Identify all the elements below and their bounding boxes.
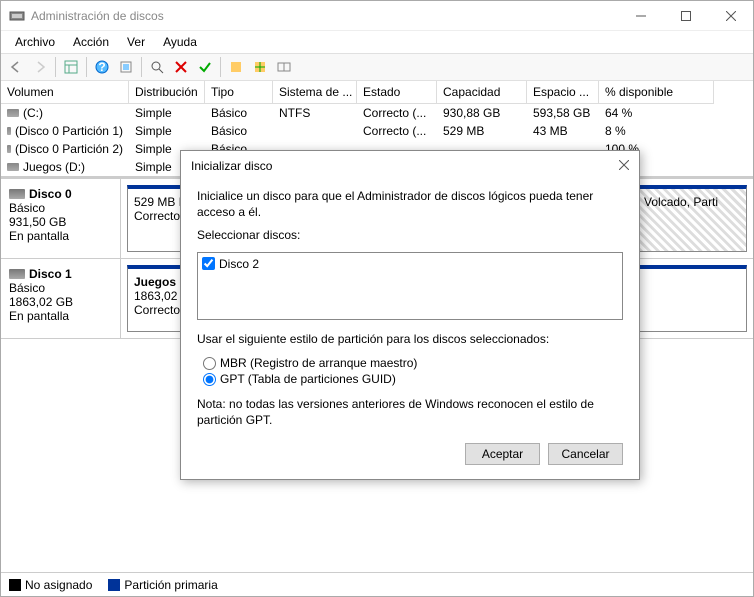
help-button[interactable]: ? [91,56,113,78]
cancel-button[interactable]: Cancelar [548,443,623,465]
disk-icon [9,189,25,199]
disk-info: Disco 0 Básico 931,50 GB En pantalla [1,179,121,258]
tool-button-3[interactable] [273,56,295,78]
gpt-radio[interactable] [203,373,216,386]
back-button[interactable] [5,56,27,78]
close-button[interactable] [708,1,753,31]
col-volumen[interactable]: Volumen [1,81,129,104]
menu-accion[interactable]: Acción [65,33,117,51]
table-row[interactable]: (Disco 0 Partición 1)SimpleBásicoCorrect… [1,122,753,140]
dialog-note: Nota: no todas las versiones anteriores … [197,397,623,428]
col-sistema[interactable]: Sistema de ... [273,81,357,104]
maximize-button[interactable] [663,1,708,31]
menu-ver[interactable]: Ver [119,33,153,51]
minimize-button[interactable] [618,1,663,31]
volume-icon [7,109,19,117]
dialog-intro: Inicialice un disco para que el Administ… [197,189,623,220]
volume-icon [7,127,11,135]
mbr-radio[interactable] [203,357,216,370]
menu-archivo[interactable]: Archivo [7,33,63,51]
forward-button[interactable] [29,56,51,78]
legend-swatch-unalloc [9,579,21,591]
titlebar: Administración de discos [1,1,753,31]
disk2-checkbox[interactable] [202,257,215,270]
table-row[interactable]: (C:)SimpleBásicoNTFSCorrecto (...930,88 … [1,104,753,122]
tool-button-2[interactable] [249,56,271,78]
partition-style-label: Usar el siguiente estilo de partición pa… [197,332,623,348]
volume-icon [7,145,11,153]
delete-button[interactable] [170,56,192,78]
find-button[interactable] [146,56,168,78]
legend-swatch-primary [108,579,120,591]
disk-info: Disco 1 Básico 1863,02 GB En pantalla [1,259,121,338]
accept-button[interactable] [194,56,216,78]
view-button[interactable] [60,56,82,78]
list-header: Volumen Distribución Tipo Sistema de ...… [1,81,753,104]
tool-button-1[interactable] [225,56,247,78]
menubar: Archivo Acción Ver Ayuda [1,31,753,53]
disk-select-list: Disco 2 [197,252,623,320]
col-distribucion[interactable]: Distribución [129,81,205,104]
dialog-titlebar: Inicializar disco [181,151,639,181]
dialog-close-button[interactable] [619,159,629,173]
col-pct[interactable]: % disponible [599,81,714,104]
mbr-option[interactable]: MBR (Registro de arranque maestro) [203,355,623,371]
volume-icon [7,163,19,171]
window-title: Administración de discos [31,9,618,23]
initialize-disk-dialog: Inicializar disco Inicialice un disco pa… [180,150,640,480]
dialog-title: Inicializar disco [191,159,619,173]
col-capacidad[interactable]: Capacidad [437,81,527,104]
svg-text:?: ? [98,60,105,74]
select-disks-label: Seleccionar discos: [197,228,623,244]
ok-button[interactable]: Aceptar [465,443,540,465]
col-estado[interactable]: Estado [357,81,437,104]
disk-checkbox-item[interactable]: Disco 2 [202,257,618,271]
toolbar: ? [1,53,753,81]
col-espacio[interactable]: Espacio ... [527,81,599,104]
col-tipo[interactable]: Tipo [205,81,273,104]
refresh-button[interactable] [115,56,137,78]
gpt-option[interactable]: GPT (Tabla de particiones GUID) [203,371,623,387]
legend: No asignado Partición primaria [1,572,753,596]
app-icon [9,8,25,24]
menu-ayuda[interactable]: Ayuda [155,33,205,51]
disk-icon [9,269,25,279]
